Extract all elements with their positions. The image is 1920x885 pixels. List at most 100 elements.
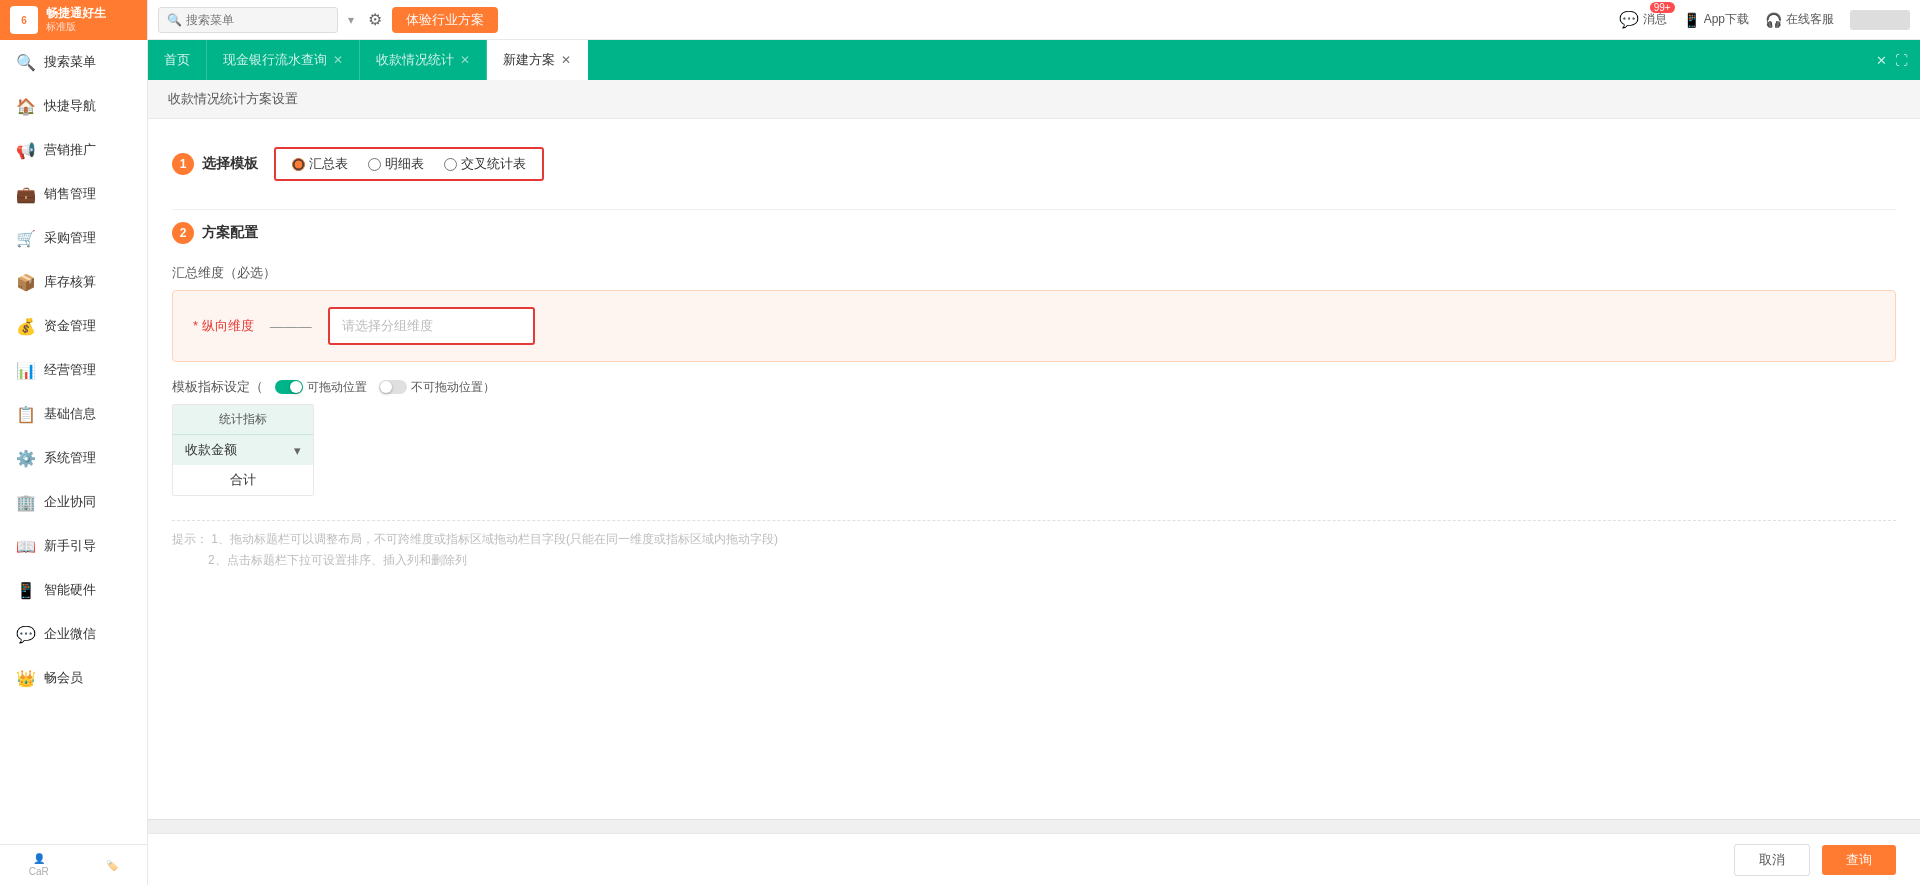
stats-table-header: 统计指标 — [173, 405, 313, 435]
non-draggable-toggle[interactable]: 不可拖动位置） — [379, 379, 495, 396]
top-header: 🔍 ▾ ⚙ 体验行业方案 💬 99+ 消息 📱 App下载 🎧 在线客服 — [148, 0, 1920, 40]
cart-icon: 🛒 — [16, 229, 36, 248]
step2-label: 方案配置 — [202, 224, 258, 242]
sidebar-item-purchase[interactable]: 🛒 采购管理 — [0, 216, 147, 260]
dimension-section-title: 汇总维度（必选） — [172, 256, 1896, 290]
divider1 — [172, 209, 1896, 210]
close-tab-new-plan-icon[interactable]: ✕ — [561, 53, 571, 67]
logo-icon: 6 — [10, 6, 38, 34]
support-btn[interactable]: 🎧 在线客服 — [1765, 11, 1834, 28]
vertical-dimension-label: 纵向维度 — [193, 317, 254, 335]
step2-badge: 2 — [172, 222, 194, 244]
chevron-down-icon[interactable]: ▾ — [348, 13, 354, 27]
sidebar-logo: 6 畅捷通好生 标准版 — [0, 0, 147, 40]
metrics-header: 模板指标设定（ 可拖动位置 不可拖动位置） — [172, 378, 1896, 396]
close-all-tabs-icon[interactable]: ✕ — [1876, 53, 1887, 68]
sidebar-item-system[interactable]: ⚙️ 系统管理 — [0, 436, 147, 480]
sidebar-item-inventory[interactable]: 📦 库存核算 — [0, 260, 147, 304]
radio-detail-input[interactable] — [368, 158, 381, 171]
step2-header-row: 2 方案配置 — [172, 222, 1896, 244]
stats-subtotal: 合计 — [173, 465, 313, 495]
query-button[interactable]: 查询 — [1822, 845, 1896, 875]
user-avatar[interactable] — [1850, 10, 1910, 30]
sidebar-item-guide[interactable]: 📖 新手引导 — [0, 524, 147, 568]
settings-icon[interactable]: ⚙ — [368, 10, 382, 29]
sidebar-item-hardware[interactable]: 📱 智能硬件 — [0, 568, 147, 612]
home-icon: 🏠 — [16, 97, 36, 116]
search-icon: 🔍 — [16, 53, 36, 72]
draggable-toggle[interactable]: 可拖动位置 — [275, 379, 367, 396]
sidebar-item-finance[interactable]: 💰 资金管理 — [0, 304, 147, 348]
form-section: 1 选择模板 汇总表 明细表 交叉统计表 — [148, 119, 1920, 819]
crown-icon: 👑 — [16, 669, 36, 688]
sidebar-item-marketing[interactable]: 📢 营销推广 — [0, 128, 147, 172]
tab-payment-stats[interactable]: 收款情况统计 ✕ — [360, 40, 487, 80]
header-right: 💬 99+ 消息 📱 App下载 🎧 在线客服 — [1619, 10, 1910, 30]
search-input[interactable] — [186, 13, 306, 27]
sidebar-item-basic-info[interactable]: 📋 基础信息 — [0, 392, 147, 436]
sidebar-item-nav[interactable]: 🏠 快捷导航 — [0, 84, 147, 128]
sidebar-item-member[interactable]: 👑 畅会员 — [0, 656, 147, 700]
step1-label: 选择模板 — [202, 155, 258, 173]
close-tab-payment-icon[interactable]: ✕ — [460, 53, 470, 67]
app-download-btn[interactable]: 📱 App下载 — [1683, 11, 1749, 28]
stats-table: 统计指标 收款金额 ▾ 合计 — [172, 404, 314, 496]
drag-off-indicator — [379, 380, 407, 394]
radio-cross[interactable]: 交叉统计表 — [444, 155, 526, 173]
radio-cross-input[interactable] — [444, 158, 457, 171]
tab-bar: 首页 现金银行流水查询 ✕ 收款情况统计 ✕ 新建方案 ✕ ✕ ⛶ — [148, 40, 1920, 80]
arrow-icon: ——— — [270, 318, 312, 334]
wechat-icon: 💬 — [16, 625, 36, 644]
dimension-row: 纵向维度 ——— 请选择分组维度 — [193, 307, 1875, 345]
footer-bar: 取消 查询 — [148, 833, 1920, 885]
metrics-section: 模板指标设定（ 可拖动位置 不可拖动位置） 统计指标 — [172, 378, 1896, 512]
dimension-selector[interactable]: 请选择分组维度 — [328, 307, 535, 345]
radio-detail[interactable]: 明细表 — [368, 155, 424, 173]
search-bar[interactable]: 🔍 — [158, 7, 338, 33]
tab-new-plan[interactable]: 新建方案 ✕ — [487, 40, 588, 80]
tip1: 提示： 1、拖动标题栏可以调整布局，不可跨维度或指标区域拖动栏目字段(只能在同一… — [172, 531, 1896, 548]
sidebar-bottom-user2[interactable]: 🏷️ — [106, 860, 118, 871]
template-options: 汇总表 明细表 交叉统计表 — [274, 147, 544, 181]
sidebar: 6 畅捷通好生 标准版 🔍 搜索菜单 🏠 快捷导航 📢 营销推广 💼 销售管理 … — [0, 0, 148, 885]
logo-text: 畅捷通好生 标准版 — [46, 6, 106, 34]
phone-icon: 📱 — [16, 581, 36, 600]
step1-row: 1 选择模板 汇总表 明细表 交叉统计表 — [172, 139, 1896, 189]
megaphone-icon: 📢 — [16, 141, 36, 160]
messages-btn[interactable]: 💬 99+ 消息 — [1619, 10, 1667, 29]
sidebar-item-search[interactable]: 🔍 搜索菜单 — [0, 40, 147, 84]
box-icon: 📦 — [16, 273, 36, 292]
tab-bank-flow[interactable]: 现金银行流水查询 ✕ — [207, 40, 360, 80]
radio-summary[interactable]: 汇总表 — [292, 155, 348, 173]
tip2: 2、点击标题栏下拉可设置排序、插入列和删除列 — [172, 552, 1896, 569]
book-icon: 📖 — [16, 537, 36, 556]
chart-icon: 📊 — [16, 361, 36, 380]
step1-badge: 1 — [172, 153, 194, 175]
metrics-title-text: 模板指标设定（ — [172, 378, 263, 396]
list-icon: 📋 — [16, 405, 36, 424]
stats-cell-amount[interactable]: 收款金额 ▾ — [173, 435, 313, 465]
radio-summary-input[interactable] — [292, 158, 305, 171]
dropdown-icon[interactable]: ▾ — [294, 443, 301, 458]
building-icon: 🏢 — [16, 493, 36, 512]
briefcase-icon: 💼 — [16, 185, 36, 204]
drag-on-indicator — [275, 380, 303, 394]
trial-button[interactable]: 体验行业方案 — [392, 7, 498, 33]
close-tab-bank-icon[interactable]: ✕ — [333, 53, 343, 67]
main-area: 🔍 ▾ ⚙ 体验行业方案 💬 99+ 消息 📱 App下载 🎧 在线客服 — [148, 0, 1920, 885]
cancel-button[interactable]: 取消 — [1734, 844, 1810, 876]
gear-icon: ⚙️ — [16, 449, 36, 468]
sidebar-item-management[interactable]: 📊 经营管理 — [0, 348, 147, 392]
money-icon: 💰 — [16, 317, 36, 336]
sidebar-bottom-user1[interactable]: 👤 CaR — [29, 853, 49, 877]
sidebar-item-wechat[interactable]: 💬 企业微信 — [0, 612, 147, 656]
sidebar-item-enterprise[interactable]: 🏢 企业协同 — [0, 480, 147, 524]
sidebar-item-sales[interactable]: 💼 销售管理 — [0, 172, 147, 216]
breadcrumb: 收款情况统计方案设置 — [148, 80, 1920, 119]
maximize-icon[interactable]: ⛶ — [1895, 53, 1908, 68]
step2-section: 2 方案配置 汇总维度（必选） 纵向维度 ——— 请选择分组维度 — [172, 222, 1896, 583]
dimension-area: 纵向维度 ——— 请选择分组维度 — [172, 290, 1896, 362]
tips-section: 提示： 1、拖动标题栏可以调整布局，不可跨维度或指标区域拖动栏目字段(只能在同一… — [172, 520, 1896, 583]
tab-home[interactable]: 首页 — [148, 40, 207, 80]
page-content: 收款情况统计方案设置 1 选择模板 汇总表 明细表 — [148, 80, 1920, 833]
